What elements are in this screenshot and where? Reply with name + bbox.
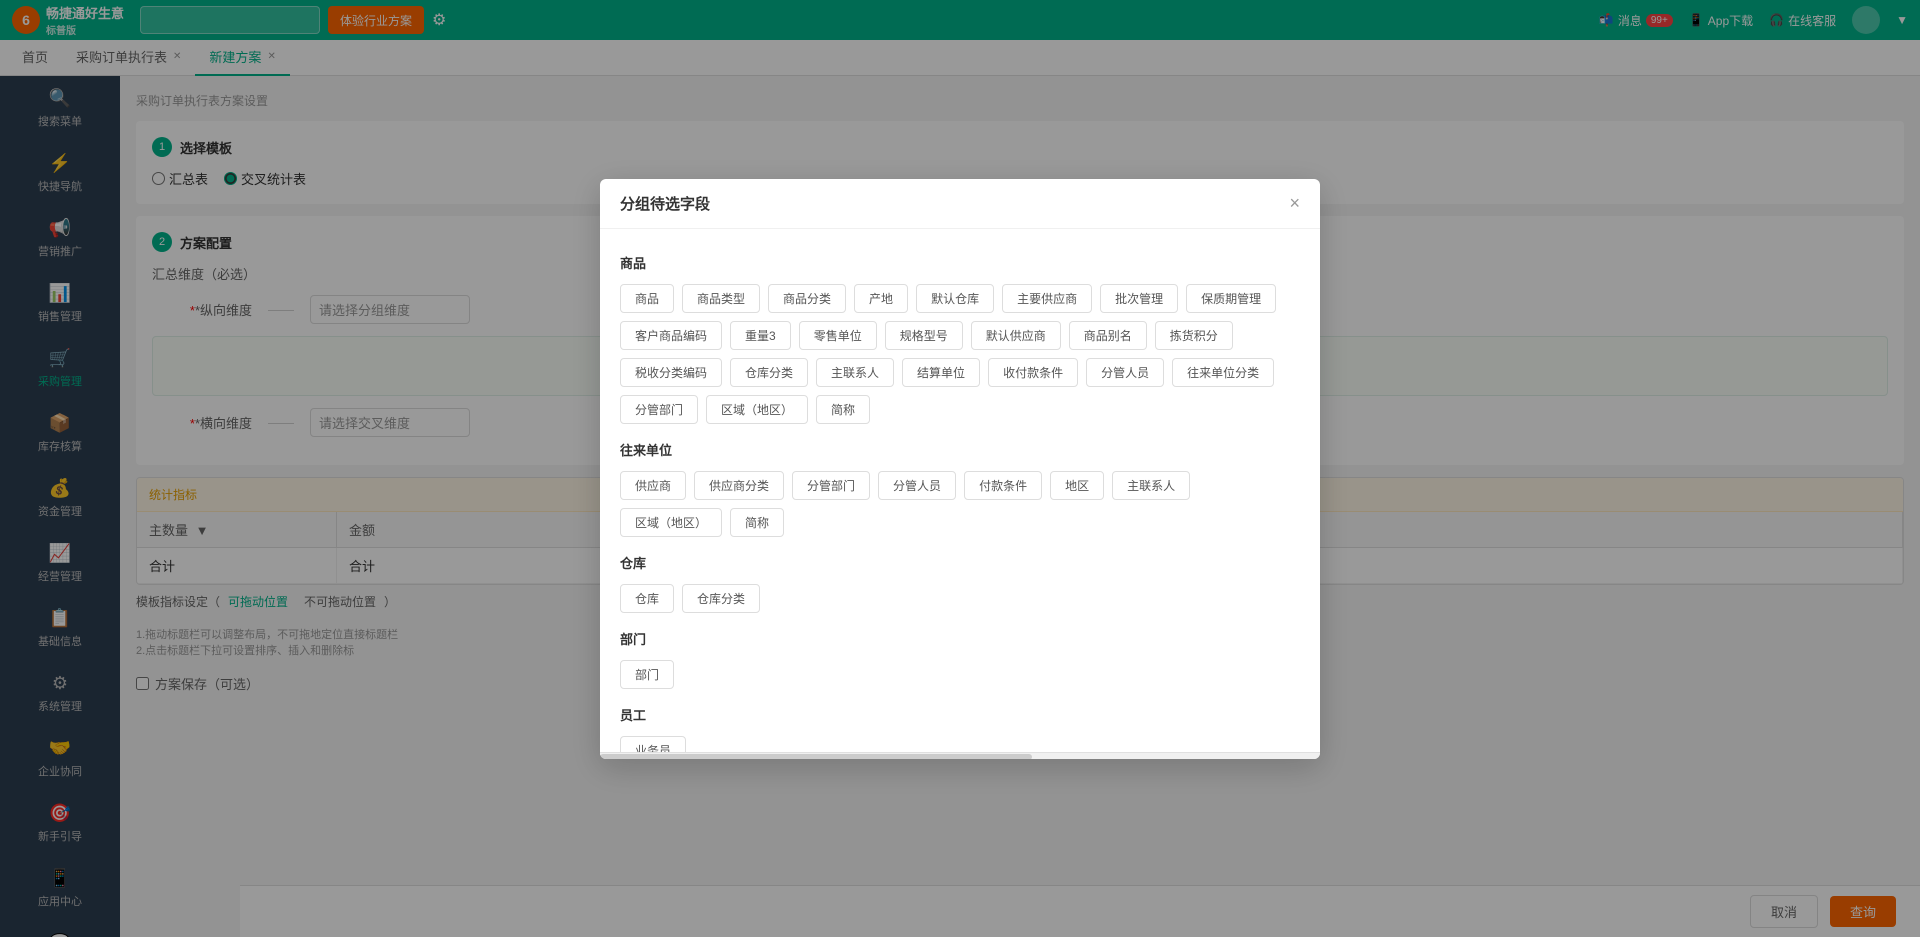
section-warehouse-title: 仓库 xyxy=(620,553,1300,572)
field-chip[interactable]: 分管部门 xyxy=(792,471,870,500)
modal-horizontal-scrollbar[interactable] xyxy=(600,752,1320,758)
field-chip[interactable]: 业务员 xyxy=(620,736,686,753)
field-chip[interactable]: 重量3 xyxy=(730,321,791,350)
field-chip[interactable]: 区域（地区） xyxy=(706,395,808,424)
section-partner-title: 往来单位 xyxy=(620,440,1300,459)
field-chip[interactable]: 商品分类 xyxy=(768,284,846,313)
field-chip[interactable]: 往来单位分类 xyxy=(1172,358,1274,387)
field-chip[interactable]: 默认供应商 xyxy=(971,321,1061,350)
field-chip[interactable]: 客户商品编码 xyxy=(620,321,722,350)
fields-grid-warehouse: 仓库 仓库分类 xyxy=(620,584,1300,613)
field-chip[interactable]: 结算单位 xyxy=(902,358,980,387)
field-chip[interactable]: 部门 xyxy=(620,660,674,689)
modal-title: 分组待选字段 xyxy=(620,193,710,214)
modal-overlay[interactable]: 分组待选字段 × 商品 商品 商品类型 商品分类 产地 默认仓库 主要供应商 批… xyxy=(0,0,1920,937)
field-chip[interactable]: 仓库 xyxy=(620,584,674,613)
field-chip[interactable]: 分管人员 xyxy=(878,471,956,500)
fields-grid-employee: 业务员 xyxy=(620,736,1300,753)
field-chip[interactable]: 主要供应商 xyxy=(1002,284,1092,313)
fields-grid-partner: 供应商 供应商分类 分管部门 分管人员 付款条件 地区 主联系人 区域（地区） … xyxy=(620,471,1300,537)
field-chip[interactable]: 默认仓库 xyxy=(916,284,994,313)
field-chip[interactable]: 拣货积分 xyxy=(1155,321,1233,350)
modal-scroll-thumb xyxy=(600,754,1032,758)
field-chip[interactable]: 产地 xyxy=(854,284,908,313)
section-employee-title: 员工 xyxy=(620,705,1300,724)
fields-grid-goods: 商品 商品类型 商品分类 产地 默认仓库 主要供应商 批次管理 保质期管理 客户… xyxy=(620,284,1300,424)
field-chip[interactable]: 税收分类编码 xyxy=(620,358,722,387)
field-chip[interactable]: 商品 xyxy=(620,284,674,313)
section-dept-title: 部门 xyxy=(620,629,1300,648)
field-chip[interactable]: 商品别名 xyxy=(1069,321,1147,350)
modal-body: 商品 商品 商品类型 商品分类 产地 默认仓库 主要供应商 批次管理 保质期管理… xyxy=(600,229,1320,753)
field-chip[interactable]: 地区 xyxy=(1050,471,1104,500)
field-chip[interactable]: 保质期管理 xyxy=(1186,284,1276,313)
field-chip[interactable]: 批次管理 xyxy=(1100,284,1178,313)
field-chip[interactable]: 规格型号 xyxy=(885,321,963,350)
field-chip[interactable]: 分管人员 xyxy=(1086,358,1164,387)
field-chip[interactable]: 仓库分类 xyxy=(682,584,760,613)
section-goods-title: 商品 xyxy=(620,253,1300,272)
field-chip[interactable]: 主联系人 xyxy=(1112,471,1190,500)
field-chip[interactable]: 区域（地区） xyxy=(620,508,722,537)
field-chip[interactable]: 主联系人 xyxy=(816,358,894,387)
field-chip[interactable]: 分管部门 xyxy=(620,395,698,424)
modal: 分组待选字段 × 商品 商品 商品类型 商品分类 产地 默认仓库 主要供应商 批… xyxy=(600,179,1320,759)
field-chip[interactable]: 付款条件 xyxy=(964,471,1042,500)
modal-header: 分组待选字段 × xyxy=(600,179,1320,229)
field-chip[interactable]: 简称 xyxy=(730,508,784,537)
fields-grid-dept: 部门 xyxy=(620,660,1300,689)
field-chip[interactable]: 零售单位 xyxy=(799,321,877,350)
field-chip[interactable]: 仓库分类 xyxy=(730,358,808,387)
field-chip[interactable]: 供应商 xyxy=(620,471,686,500)
field-chip[interactable]: 商品类型 xyxy=(682,284,760,313)
field-chip[interactable]: 收付款条件 xyxy=(988,358,1078,387)
field-chip[interactable]: 供应商分类 xyxy=(694,471,784,500)
field-chip[interactable]: 简称 xyxy=(816,395,870,424)
modal-close-btn[interactable]: × xyxy=(1289,193,1300,214)
